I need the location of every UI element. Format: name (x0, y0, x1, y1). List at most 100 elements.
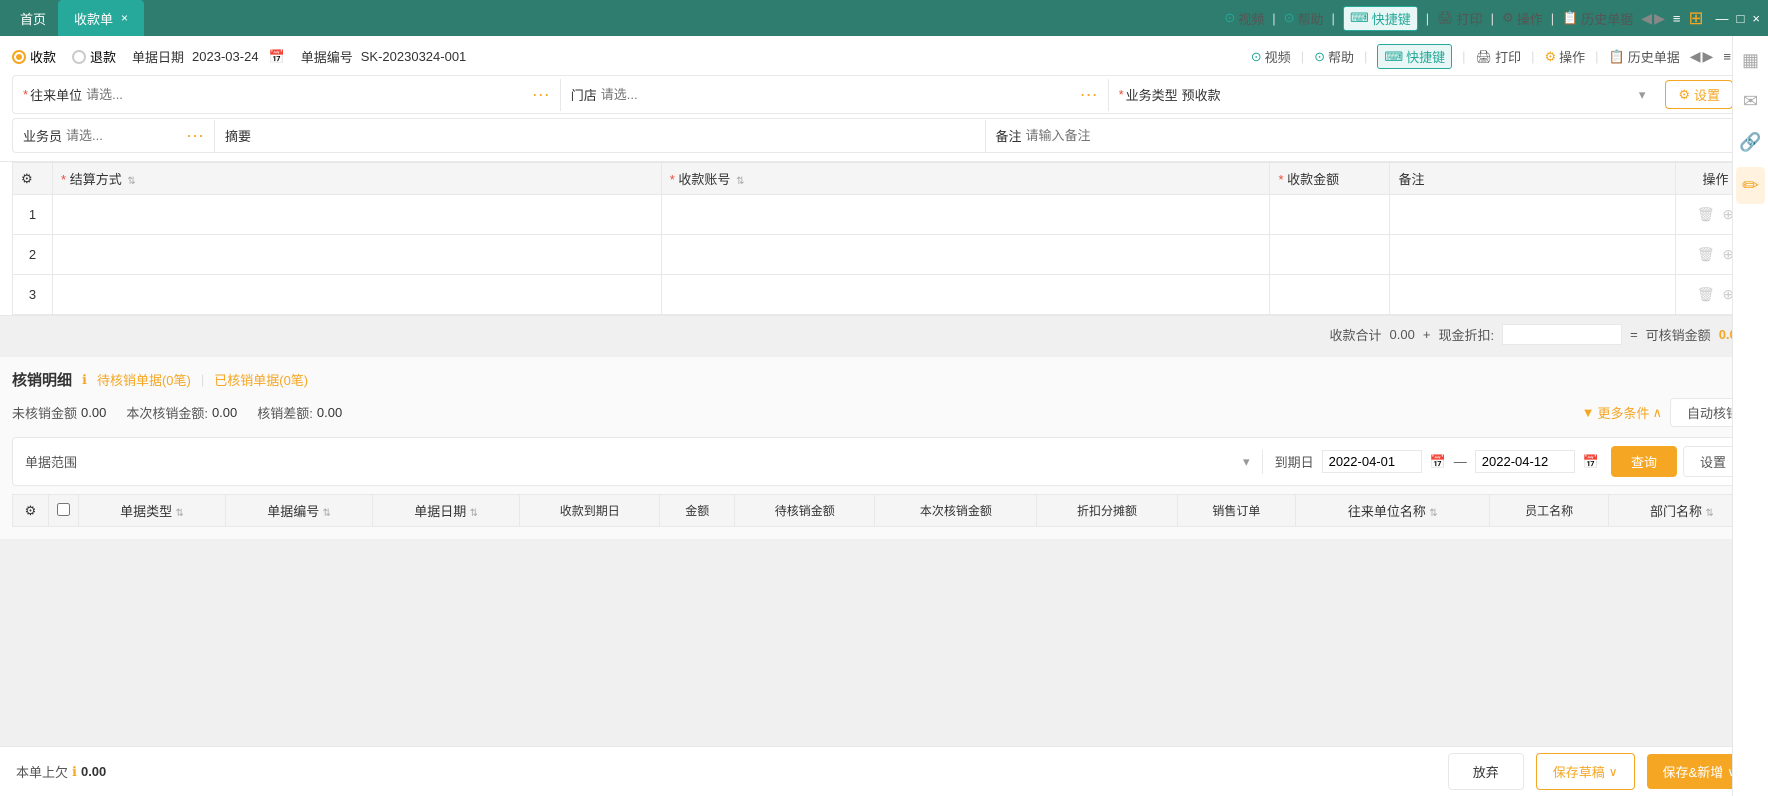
row-1-delete-btn[interactable]: 🗑 (1697, 206, 1715, 222)
save-draft-button[interactable]: 保存草稿 ∨ (1536, 753, 1635, 790)
sidebar-link-icon[interactable]: 🔗 (1733, 126, 1767, 159)
remark-input[interactable] (1026, 128, 1745, 143)
row-3-num: 3 (13, 275, 53, 315)
salesperson-more-btn[interactable]: ··· (186, 125, 204, 146)
salesperson-input[interactable] (66, 128, 186, 143)
window-max-button[interactable]: □ (1737, 11, 1745, 26)
verify-gear-th[interactable]: ⚙ (13, 495, 49, 527)
tab-close-button[interactable]: × (121, 11, 128, 25)
row-3-delete-btn[interactable]: 🗑 (1697, 286, 1715, 302)
period-stat: 本单上欠 ℹ 0.00 (16, 762, 106, 781)
summary-input[interactable] (255, 128, 974, 143)
header-help-btn[interactable]: ⊙ 帮助 (1314, 47, 1354, 66)
business-type-value: 预收款 (1182, 85, 1639, 104)
abandon-button[interactable]: 放弃 (1448, 753, 1524, 790)
row-1-settlement[interactable] (53, 195, 662, 235)
row-2-account[interactable] (661, 235, 1270, 275)
store-more-btn[interactable]: ··· (1080, 84, 1098, 105)
counterparty-input[interactable] (86, 87, 532, 102)
calendar-icon[interactable]: 📅 (269, 49, 285, 65)
footer-bar: 本单上欠 ℹ 0.00 放弃 保存草稿 ∨ 保存&新增 ∨ (0, 746, 1768, 796)
current-verify-th: 本次核销金额 (875, 495, 1037, 527)
verified-tab[interactable]: 已核销单据(0笔) (214, 370, 308, 389)
amount-th: * 收款金额 (1270, 163, 1390, 195)
row-2-settlement[interactable] (53, 235, 662, 275)
receipt-tab[interactable]: 收款单 × (58, 0, 144, 36)
date-from-input[interactable] (1322, 450, 1422, 473)
query-button[interactable]: 查询 (1611, 446, 1677, 477)
header-operation-btn[interactable]: ⚙ 操作 (1544, 47, 1585, 66)
counterparty-more-btn[interactable]: ··· (532, 84, 550, 105)
table-gear-icon[interactable]: ⚙ (21, 171, 33, 186)
verify-info-icon[interactable]: ℹ (82, 372, 87, 388)
more-conditions-btn[interactable]: ▼ 更多条件 ∧ (1582, 403, 1662, 422)
business-type-arrow[interactable]: ▾ (1639, 87, 1646, 103)
date-from-cal-icon[interactable]: 📅 (1430, 454, 1446, 470)
doc-range-select[interactable]: ▾ (89, 454, 1250, 470)
nav-left-arrow[interactable]: ◀ (1641, 10, 1652, 27)
row-1-remark[interactable] (1390, 195, 1676, 235)
discount-input[interactable] (1502, 324, 1622, 345)
grid-view-icon[interactable]: ⊞ (1688, 8, 1703, 29)
header-help-icon: ⊙ (1314, 49, 1325, 65)
row-3-amount[interactable] (1270, 275, 1390, 315)
print-button[interactable]: 🖨 打印 (1437, 9, 1483, 28)
refund-radio[interactable]: 退款 (72, 47, 116, 66)
help-button[interactable]: ⊙ 帮助 (1284, 9, 1324, 28)
date-to-cal-icon[interactable]: 📅 (1583, 454, 1599, 470)
discount-label: 现金折扣: (1438, 325, 1494, 344)
video-icon: ⊙ (1224, 10, 1235, 26)
header-shortcut-btn[interactable]: ⌨ 快捷键 (1377, 44, 1452, 69)
counterparty-label: 往来单位 (30, 85, 82, 104)
verifiable-label: 可核销金额 (1646, 325, 1711, 344)
nav-right-arrow[interactable]: ▶ (1654, 10, 1665, 27)
video-button[interactable]: ⊙ 视频 (1224, 9, 1264, 28)
top-navigation: 首页 收款单 × ⊙ 视频 | ⊙ 帮助 | ⌨ 快捷键 | 🖨 打印 | ⚙ … (0, 0, 1768, 36)
home-tab[interactable]: 首页 (8, 9, 58, 28)
header-print-btn[interactable]: 🖨 打印 (1476, 47, 1522, 66)
header-video-icon: ⊙ (1251, 49, 1262, 65)
window-close-button[interactable]: × (1752, 11, 1760, 26)
sidebar-table-icon[interactable]: ▦ (1736, 44, 1765, 77)
operation-button[interactable]: ⚙ 操作 (1502, 9, 1543, 28)
receipt-tab-label: 收款单 (74, 9, 113, 28)
collection-radio[interactable]: 收款 (12, 47, 56, 66)
select-all-checkbox[interactable] (57, 503, 70, 516)
date-field: 单据日期 2023-03-24 📅 (132, 47, 285, 66)
verify-table: ⚙ 单据类型 ⇅ 单据编号 ⇅ 单据日期 ⇅ (12, 494, 1756, 527)
window-min-button[interactable]: — (1716, 11, 1729, 26)
row-3-remark[interactable] (1390, 275, 1676, 315)
date-label: 单据日期 (132, 47, 184, 66)
header-history-btn[interactable]: 📋 历史单据 (1609, 47, 1680, 66)
store-input[interactable] (601, 87, 1080, 102)
history-button[interactable]: 📋 历史单据 (1562, 9, 1633, 28)
row-2-remark[interactable] (1390, 235, 1676, 275)
store-field: 门店 ··· (561, 78, 1108, 111)
receipt-table: ⚙ * 结算方式 ⇅ * 收款账号 ⇅ * 收款金额 (12, 162, 1756, 315)
header-list-icon[interactable]: ≡ (1723, 49, 1731, 64)
header-nav-left[interactable]: ◀ (1690, 48, 1701, 65)
counterparty-required: * (23, 87, 28, 102)
pending-tab[interactable]: 待核销单据(0笔) (97, 370, 191, 389)
row-3-account[interactable] (661, 275, 1270, 315)
row-1-amount[interactable] (1270, 195, 1390, 235)
table-gear-th[interactable]: ⚙ (13, 163, 53, 195)
verify-gear-icon[interactable]: ⚙ (25, 503, 37, 518)
header-video-btn[interactable]: ⊙ 视频 (1251, 47, 1291, 66)
row-2-amount[interactable] (1270, 235, 1390, 275)
sidebar-edit-icon[interactable]: ✏ (1736, 167, 1765, 204)
doc-type-th: 单据类型 ⇅ (79, 495, 226, 527)
row-2-delete-btn[interactable]: 🗑 (1697, 246, 1715, 262)
sidebar-mail-icon[interactable]: ✉ (1737, 85, 1764, 118)
row-3-settlement[interactable] (53, 275, 662, 315)
shortcut-button[interactable]: ⌨ 快捷键 (1343, 6, 1418, 31)
refund-radio-dot (72, 50, 86, 64)
footer-info-icon[interactable]: ℹ (72, 764, 77, 780)
row-1-account[interactable] (661, 195, 1270, 235)
setting-button[interactable]: ⚙ 设置 (1665, 80, 1733, 109)
settlement-method-th: * 结算方式 ⇅ (53, 163, 662, 195)
list-view-icon[interactable]: ≡ (1673, 11, 1681, 26)
date-to-input[interactable] (1475, 450, 1575, 473)
header-nav-right[interactable]: ▶ (1703, 48, 1714, 65)
period-value: 0.00 (81, 764, 106, 779)
